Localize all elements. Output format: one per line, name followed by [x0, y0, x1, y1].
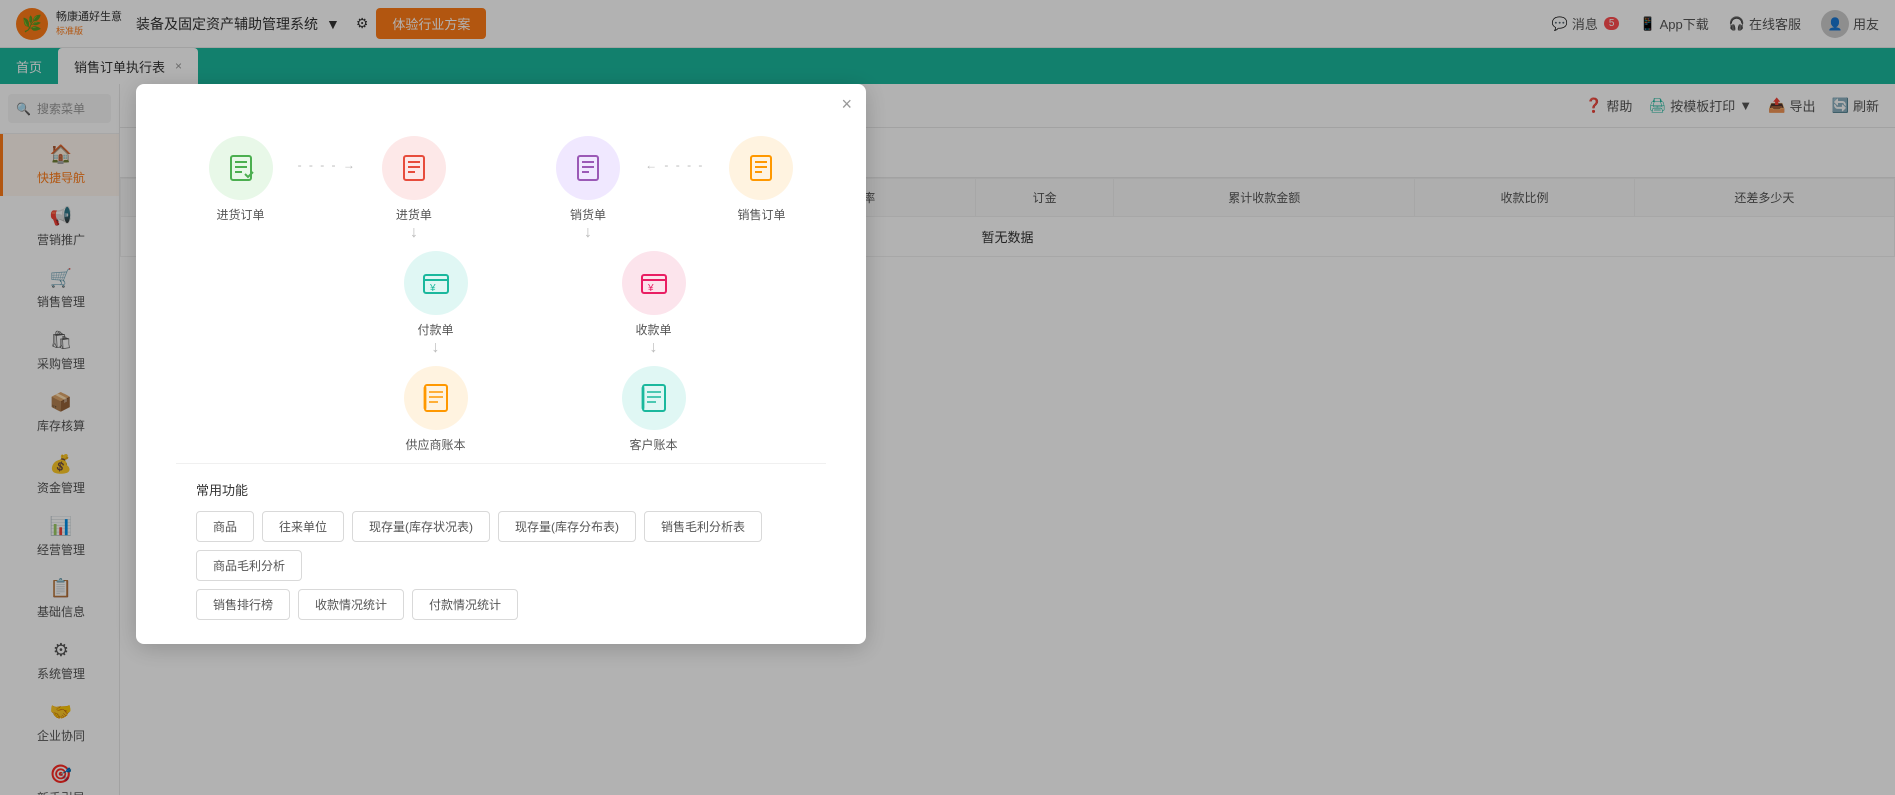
flow-node-purchase-order[interactable]: 进货订单	[209, 136, 273, 223]
flow-col-jinghuo-order: 进货订单	[209, 136, 273, 223]
func-btn-receipt-stat[interactable]: 收款情况统计	[298, 589, 404, 620]
modal-body: 进货订单 - - - - → 进货单	[136, 84, 866, 644]
flow-col-sales-order: 销售订单	[729, 136, 793, 223]
func-btn-payment-stat[interactable]: 付款情况统计	[412, 589, 518, 620]
arrow-receipt-down: ↓	[650, 340, 658, 356]
flow-node-customer-ledger[interactable]: 客户账本	[622, 366, 686, 453]
receipt-label: 收款单	[635, 321, 671, 338]
arrow-sales-down: ↓	[584, 225, 592, 241]
flow-node-supplier-ledger[interactable]: 供应商账本	[404, 366, 468, 453]
purchase-order-circle	[209, 136, 273, 200]
sales-circle	[556, 136, 620, 200]
common-funcs-title: 常用功能	[196, 480, 806, 499]
func-btn-sales-rank[interactable]: 销售排行榜	[196, 589, 290, 620]
flow-node-sales-order[interactable]: 销售订单	[729, 136, 793, 223]
svg-text:¥: ¥	[429, 283, 436, 294]
payment-label: 付款单	[417, 321, 453, 338]
sales-order-label: 销售订单	[737, 206, 785, 223]
flow-top-row: 进货订单 - - - - → 进货单	[196, 136, 806, 243]
common-funcs-section: 常用功能 商品 往来单位 现存量(库存状况表) 现存量(库存分布表) 销售毛利分…	[176, 463, 826, 636]
flow-bottom-row: 供应商账本 客户账本	[196, 366, 806, 453]
modal-overlay: × 进货订单 - - - - →	[0, 0, 1895, 795]
flow-col-sales: 销货单 ↓	[556, 136, 620, 243]
purchase-order-label: 进货订单	[217, 206, 265, 223]
func-btn-sales-profit[interactable]: 销售毛利分析表	[644, 511, 762, 542]
flow-node-receipt[interactable]: ¥ 收款单	[622, 251, 686, 338]
func-btn-product-profit[interactable]: 商品毛利分析	[196, 550, 302, 581]
svg-text:¥: ¥	[647, 283, 654, 294]
arrow-purchase-down: ↓	[410, 225, 418, 241]
sales-label: 销货单	[570, 206, 606, 223]
customer-ledger-label: 客户账本	[629, 436, 677, 453]
flow-node-payment[interactable]: ¥ 付款单	[404, 251, 468, 338]
supplier-ledger-circle	[404, 366, 468, 430]
payment-circle: ¥	[404, 251, 468, 315]
receipt-circle: ¥	[622, 251, 686, 315]
func-btns-row2: 销售排行榜 收款情况统计 付款情况统计	[196, 589, 806, 620]
flow-section: 进货订单 - - - - → 进货单	[176, 116, 826, 463]
supplier-ledger-label: 供应商账本	[405, 436, 465, 453]
purchase-label: 进货单	[396, 206, 432, 223]
func-btn-product[interactable]: 商品	[196, 511, 254, 542]
flow-modal: × 进货订单 - - - - →	[136, 84, 866, 644]
func-btn-stock-status[interactable]: 现存量(库存状况表)	[352, 511, 490, 542]
flow-node-purchase[interactable]: 进货单	[382, 136, 446, 223]
flow-col-payment: ¥ 付款单 ↓	[404, 251, 468, 358]
arrow-purchase-order-to-purchase: - - - - →	[298, 136, 357, 172]
purchase-circle	[382, 136, 446, 200]
sales-order-circle	[729, 136, 793, 200]
arrow-sales-order-to-sales: ← - - - -	[645, 136, 704, 172]
customer-ledger-circle	[622, 366, 686, 430]
flow-node-sales[interactable]: 销货单	[556, 136, 620, 223]
flow-col-receipt: ¥ 收款单 ↓	[622, 251, 686, 358]
arrow-payment-down: ↓	[432, 340, 440, 356]
func-btns-row: 商品 往来单位 现存量(库存状况表) 现存量(库存分布表) 销售毛利分析表 商品…	[196, 511, 806, 581]
modal-close-button[interactable]: ×	[841, 94, 852, 115]
func-btn-counterpart[interactable]: 往来单位	[262, 511, 344, 542]
func-btn-stock-dist[interactable]: 现存量(库存分布表)	[498, 511, 636, 542]
flow-middle-row: ¥ 付款单 ↓ ¥ 收款单	[196, 251, 806, 358]
flow-col-purchase: 进货单 ↓	[382, 136, 446, 243]
